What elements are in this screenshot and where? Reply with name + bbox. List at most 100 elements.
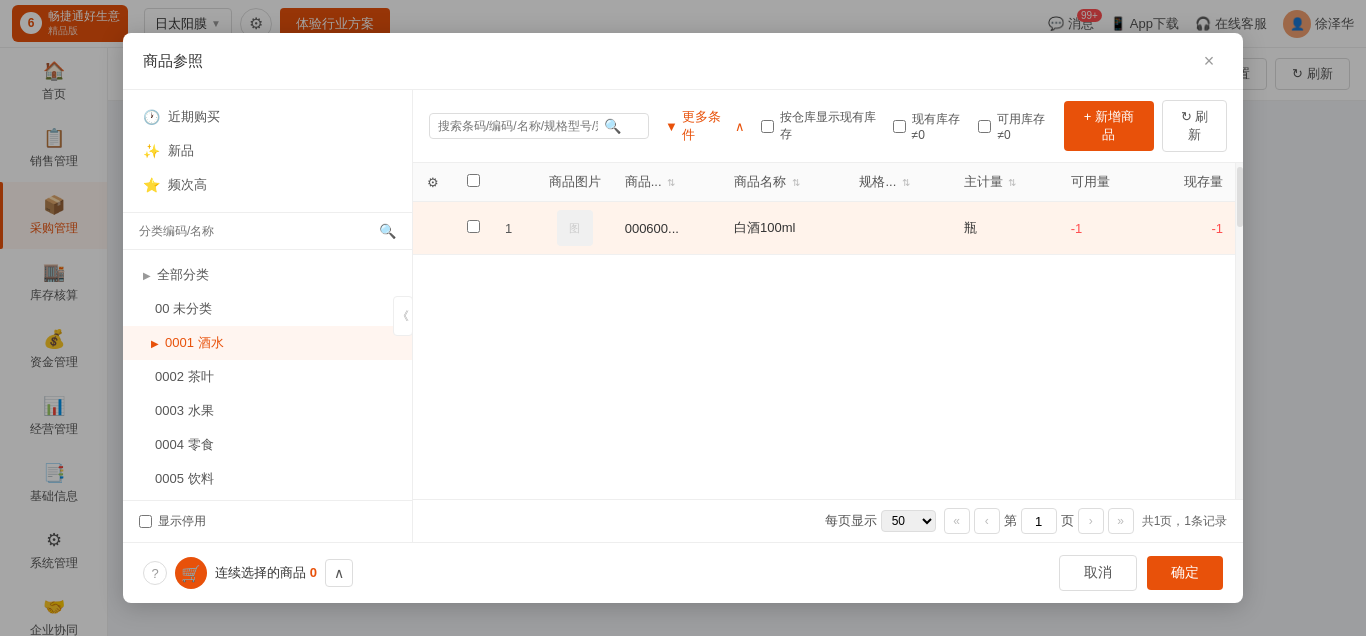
category-00[interactable]: 00 未分类	[123, 292, 412, 326]
category-0003-label: 0003 水果	[155, 402, 214, 420]
modal-close-button[interactable]: ×	[1195, 47, 1223, 75]
star-icon: ⭐	[143, 177, 160, 193]
td-image: 图	[537, 202, 613, 255]
per-page-label: 每页显示	[825, 512, 877, 530]
th-unit[interactable]: 主计量 ⇅	[952, 163, 1059, 202]
category-0002[interactable]: 0002 茶叶	[123, 360, 412, 394]
category-0002-label: 0002 茶叶	[155, 368, 214, 386]
td-rownum: 1	[493, 202, 537, 255]
available-nonzero-checkbox[interactable]	[978, 120, 991, 133]
all-arrow-icon: ▶	[143, 270, 151, 281]
th-spec[interactable]: 规格... ⇅	[847, 163, 951, 202]
product-search-input[interactable]	[438, 119, 598, 133]
scrollbar-thumb	[1237, 167, 1243, 227]
th-checkbox	[453, 163, 493, 202]
prev-page-button[interactable]: ‹	[974, 508, 1000, 534]
filter-button[interactable]: ▼ 更多条件 ∧	[657, 104, 753, 148]
sort-unit-icon[interactable]: ⇅	[1008, 177, 1016, 188]
th-code[interactable]: 商品... ⇅	[613, 163, 722, 202]
category-all[interactable]: ▶ 全部分类	[123, 258, 412, 292]
per-page-select: 每页显示 50 100 200	[825, 510, 936, 532]
category-0001[interactable]: ▶ 0001 酒水	[123, 326, 412, 360]
last-page-button[interactable]: »	[1108, 508, 1134, 534]
cart-button[interactable]: 🛒	[175, 557, 207, 589]
category-0004-label: 0004 零食	[155, 436, 214, 454]
stock-nonzero-label: 现有库存≠0	[912, 111, 971, 142]
product-thumbnail: 图	[557, 210, 593, 246]
product-table: ⚙ 商品图片 商品... ⇅	[413, 163, 1235, 255]
quick-nav: 🕐 近期购买 ✨ 新品 ⭐ 频次高	[123, 90, 412, 213]
cancel-button[interactable]: 取消	[1059, 555, 1137, 591]
collapse-up-icon: ∧	[334, 565, 344, 581]
td-checkbox	[453, 202, 493, 255]
product-search-bar: 🔍	[429, 113, 649, 139]
sort-code-icon[interactable]: ⇅	[667, 177, 675, 188]
cart-icon-symbol: 🛒	[181, 564, 201, 583]
collapse-up-button[interactable]: ∧	[325, 559, 353, 587]
table-scrollbar[interactable]	[1235, 163, 1243, 499]
category-0003[interactable]: 0003 水果	[123, 394, 412, 428]
page-number-input[interactable]	[1021, 508, 1057, 534]
first-page-button[interactable]: «	[944, 508, 970, 534]
new-products-item[interactable]: ✨ 新品	[123, 134, 412, 168]
new-icon: ✨	[143, 143, 160, 159]
available-nonzero-checkbox-group: 可用库存≠0	[978, 111, 1056, 142]
sort-spec-icon[interactable]: ⇅	[902, 177, 910, 188]
sort-name-icon[interactable]: ⇅	[792, 177, 800, 188]
select-all-checkbox[interactable]	[467, 174, 480, 187]
modal-body: 🕐 近期购买 ✨ 新品 ⭐ 频次高 《	[123, 90, 1243, 542]
td-settings	[413, 202, 453, 255]
per-page-dropdown[interactable]: 50 100 200	[881, 510, 936, 532]
recent-purchase-item[interactable]: 🕐 近期购买	[123, 100, 412, 134]
category-0004[interactable]: 0004 零食	[123, 428, 412, 462]
collapse-left-button[interactable]: 《	[393, 296, 413, 336]
td-name: 白酒100ml	[722, 202, 847, 255]
table-row[interactable]: 1 图 000600... 白酒100ml 瓶	[413, 202, 1235, 255]
filter-arrow-icon: ∧	[735, 119, 745, 134]
footer-right: 取消 确定	[1059, 555, 1223, 591]
recent-purchase-label: 近期购买	[168, 108, 220, 126]
stock-nonzero-checkbox[interactable]	[893, 120, 906, 133]
modal-title: 商品参照	[143, 52, 203, 71]
th-settings[interactable]: ⚙	[413, 163, 453, 202]
page-navigation: « ‹ 第 页 › »	[944, 508, 1134, 534]
td-code: 000600...	[613, 202, 722, 255]
selected-count-text: 连续选择的商品 0	[215, 564, 317, 582]
display-disabled-area: 显示停用	[123, 500, 412, 542]
th-available: 可用量	[1059, 163, 1147, 202]
display-disabled-checkbox[interactable]	[139, 515, 152, 528]
refresh-modal-button[interactable]: ↻ 刷新	[1162, 100, 1227, 152]
table-header-row: ⚙ 商品图片 商品... ⇅	[413, 163, 1235, 202]
category-all-label: 全部分类	[157, 266, 209, 284]
modal-right-panel: 🔍 ▼ 更多条件 ∧ 按仓库显示现有库存 现有库存≠0	[413, 90, 1243, 542]
confirm-button[interactable]: 确定	[1147, 556, 1223, 590]
row-checkbox[interactable]	[467, 220, 480, 233]
help-button[interactable]: ?	[143, 561, 167, 585]
category-0005-label: 0005 饮料	[155, 470, 214, 488]
product-reference-modal: 商品参照 × 🕐 近期购买 ✨ 新品	[123, 33, 1243, 603]
filter-icon: ▼	[665, 119, 678, 134]
td-spec	[847, 202, 951, 255]
display-disabled-label: 显示停用	[158, 513, 206, 530]
page-suffix: 页	[1061, 512, 1074, 530]
th-stock: 现存量	[1147, 163, 1235, 202]
category-0005[interactable]: 0005 饮料	[123, 462, 412, 496]
filter-label: 更多条件	[682, 108, 732, 144]
product-search-icon[interactable]: 🔍	[604, 118, 621, 134]
warehouse-checkbox-group: 按仓库显示现有库存	[761, 109, 884, 143]
th-name[interactable]: 商品名称 ⇅	[722, 163, 847, 202]
warehouse-checkbox[interactable]	[761, 120, 774, 133]
add-product-button[interactable]: + 新增商品	[1064, 101, 1153, 151]
category-search-input[interactable]	[139, 224, 373, 238]
th-image: 商品图片	[537, 163, 613, 202]
page-prefix: 第	[1004, 512, 1017, 530]
warehouse-checkbox-label: 按仓库显示现有库存	[780, 109, 884, 143]
category-search-icon[interactable]: 🔍	[379, 223, 396, 239]
count-badge: 0	[310, 565, 317, 580]
frequent-item[interactable]: ⭐ 频次高	[123, 168, 412, 202]
modal-footer: ? 🛒 连续选择的商品 0 ∧ 取消 确定	[123, 542, 1243, 603]
frequent-label: 频次高	[168, 176, 207, 194]
modal-left-panel: 🕐 近期购买 ✨ 新品 ⭐ 频次高 《	[123, 90, 413, 542]
new-products-label: 新品	[168, 142, 194, 160]
next-page-button[interactable]: ›	[1078, 508, 1104, 534]
